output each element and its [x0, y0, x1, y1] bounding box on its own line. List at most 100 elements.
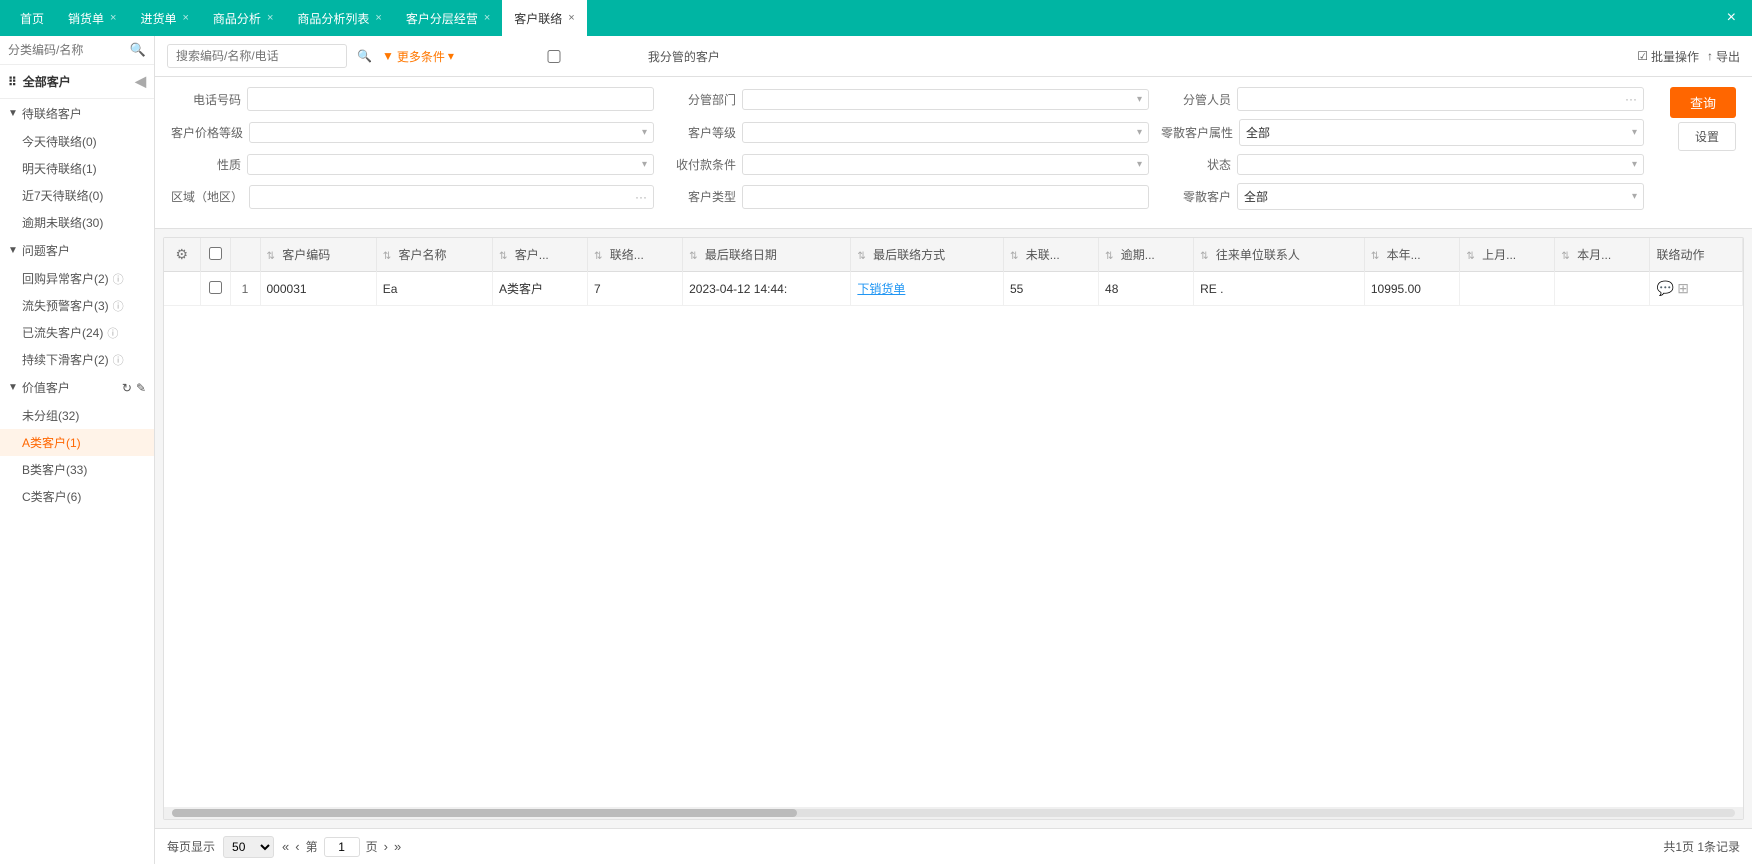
col-last-month[interactable]: ⇅ 上月...: [1460, 238, 1555, 272]
col-contact-count[interactable]: ⇅ 联络...: [588, 238, 683, 272]
value-customers-edit-icon[interactable]: ✎: [136, 381, 146, 395]
col-last-contact-method[interactable]: ⇅ 最后联络方式: [851, 238, 1004, 272]
col-customer-name[interactable]: ⇅ 客户名称: [376, 238, 492, 272]
sidebar-all-customers[interactable]: ⠿ 全部客户 ◀: [0, 65, 154, 99]
scrollbar-thumb[interactable]: [172, 809, 797, 817]
close-product-analysis[interactable]: ×: [267, 12, 273, 24]
status-select[interactable]: ▾: [1237, 154, 1644, 175]
col-last-contact-date[interactable]: ⇅ 最后联络日期: [683, 238, 851, 272]
customer-type-input[interactable]: [742, 185, 1149, 209]
batch-operation-btn[interactable]: ☑ 批量操作: [1637, 48, 1699, 65]
row-checkbox[interactable]: [209, 281, 222, 294]
my-customers-checkbox[interactable]: [464, 50, 644, 63]
last-page-btn[interactable]: »: [394, 839, 401, 854]
nav-customer-segment[interactable]: 客户分层经营 ×: [394, 0, 502, 36]
col-customer-code[interactable]: ⇅ 客户编码: [260, 238, 376, 272]
close-customer-segment[interactable]: ×: [484, 12, 490, 24]
nav-sales-order[interactable]: 销货单 ×: [56, 0, 128, 36]
select-all-checkbox[interactable]: [209, 247, 222, 260]
dept-select[interactable]: ▾: [742, 89, 1149, 110]
horizontal-scrollbar[interactable]: [164, 807, 1743, 819]
filter-search-icon[interactable]: 🔍: [357, 49, 372, 63]
close-purchase-order[interactable]: ×: [182, 12, 188, 24]
query-button[interactable]: 查询: [1670, 87, 1736, 118]
nav-customer-contact[interactable]: 客户联络 ×: [502, 0, 586, 36]
table-settings-icon[interactable]: ⚙: [175, 246, 188, 262]
col-overdue[interactable]: ⇅ 逾期...: [1099, 238, 1194, 272]
info-icon-repurchase: ⓘ: [113, 271, 124, 287]
sidebar-search-input[interactable]: [8, 43, 130, 57]
row-customer-level: A类客户: [493, 272, 588, 306]
sidebar-item-overdue-contact[interactable]: 逾期未联络(30): [0, 209, 154, 236]
row-this-month: [1555, 272, 1650, 306]
sidebar-section-value-customers[interactable]: ▼ 价值客户 ↻ ✎: [0, 373, 154, 402]
value-customers-refresh-icon[interactable]: ↻: [122, 381, 132, 395]
col-this-month[interactable]: ⇅ 本月...: [1555, 238, 1650, 272]
sidebar-item-class-b[interactable]: B类客户(33): [0, 456, 154, 483]
customer-level-select[interactable]: ▾: [742, 122, 1149, 143]
manager-dots-icon: ···: [1625, 92, 1637, 106]
row-grid-icon[interactable]: ⊞: [1677, 280, 1689, 296]
close-customer-contact[interactable]: ×: [568, 12, 574, 24]
sidebar-collapse-btn[interactable]: ◀: [135, 73, 146, 90]
top-nav: 首页 销货单 × 进货单 × 商品分析 × 商品分析列表 × 客户分层经营 × …: [0, 0, 1752, 36]
sidebar-item-today-contact[interactable]: 今天待联络(0): [0, 128, 154, 155]
filter-actions: 查询 设置: [1656, 87, 1736, 218]
col-this-year[interactable]: ⇅ 本年...: [1364, 238, 1460, 272]
close-window-btn[interactable]: ×: [1719, 9, 1744, 27]
nav-product-analysis[interactable]: 商品分析 ×: [201, 0, 285, 36]
main-layout: 🔍 ⠿ 全部客户 ◀ ▼ 待联络客户 今天待联络(0) 明天待联络(1) 近7天…: [0, 36, 1752, 864]
sidebar-item-tomorrow-contact[interactable]: 明天待联络(1): [0, 155, 154, 182]
nav-product-analysis-list[interactable]: 商品分析列表 ×: [285, 0, 393, 36]
payment-select[interactable]: ▾: [742, 154, 1149, 175]
sidebar-item-class-a[interactable]: A类客户(1): [0, 429, 154, 456]
retail-select[interactable]: 全部 ▾: [1237, 183, 1644, 210]
per-page-select[interactable]: 50 100 200: [223, 836, 274, 858]
col-customer-level[interactable]: ⇅ 客户...: [493, 238, 588, 272]
sidebar-item-7days-contact[interactable]: 近7天待联络(0): [0, 182, 154, 209]
row-unit-contact: RE .: [1194, 272, 1365, 306]
sidebar-item-churn-warning[interactable]: 流失预警客户(3) ⓘ: [0, 292, 154, 319]
col-not-contacted[interactable]: ⇅ 未联...: [1003, 238, 1098, 272]
manager-select[interactable]: ···: [1237, 87, 1644, 111]
prev-page-btn[interactable]: ‹: [295, 839, 299, 854]
first-page-btn[interactable]: «: [282, 839, 289, 854]
sidebar-section-pending-contact[interactable]: ▼ 待联络客户: [0, 99, 154, 128]
page-number-input[interactable]: [324, 837, 360, 857]
filter-row-1: 电话号码 分管部门 ▾ 分管人员: [171, 87, 1656, 111]
filter-cell-retail-attr: 零散客户属性 全部 ▾: [1161, 119, 1656, 146]
price-level-select[interactable]: ▾: [249, 122, 654, 143]
info-icon-churned: ⓘ: [107, 325, 118, 341]
sort-icon-this-year: ⇅: [1371, 251, 1379, 262]
region-select[interactable]: ···: [249, 185, 654, 209]
more-filters-btn[interactable]: ▼ 更多条件 ▾: [382, 48, 454, 65]
next-page-btn[interactable]: ›: [384, 839, 388, 854]
retail-attr-select[interactable]: 全部 ▾: [1239, 119, 1644, 146]
sidebar-item-churned[interactable]: 已流失客户(24) ⓘ: [0, 319, 154, 346]
nav-home[interactable]: 首页: [8, 0, 56, 36]
close-product-analysis-list[interactable]: ×: [375, 12, 381, 24]
export-btn[interactable]: ↑ 导出: [1707, 48, 1740, 65]
phone-input[interactable]: [247, 87, 654, 111]
search-input[interactable]: [167, 44, 347, 68]
scrollbar-track: [172, 809, 1735, 817]
close-sales-order[interactable]: ×: [110, 12, 116, 24]
row-last-contact-method-link[interactable]: 下销货单: [857, 282, 905, 296]
col-unit-contact[interactable]: ⇅ 往来单位联系人: [1194, 238, 1365, 272]
nav-purchase-order[interactable]: 进货单 ×: [128, 0, 200, 36]
price-level-arrow-icon: ▾: [642, 127, 647, 138]
sidebar-item-declining[interactable]: 持续下滑客户(2) ⓘ: [0, 346, 154, 373]
sidebar-item-class-c[interactable]: C类客户(6): [0, 483, 154, 510]
sidebar-search-bar: 🔍: [0, 36, 154, 65]
sidebar-search-icon[interactable]: 🔍: [130, 42, 146, 58]
sidebar-section-problem-customers[interactable]: ▼ 问题客户: [0, 236, 154, 265]
sidebar-item-ungrouped[interactable]: 未分组(32): [0, 402, 154, 429]
set-button[interactable]: 设置: [1678, 122, 1736, 151]
retail-attr-arrow-icon: ▾: [1632, 127, 1637, 138]
my-customers-checkbox-label[interactable]: 我分管的客户: [464, 48, 720, 65]
row-chat-icon[interactable]: 💬: [1656, 280, 1673, 296]
sidebar-item-repurchase-abnormal[interactable]: 回购异常客户(2) ⓘ: [0, 265, 154, 292]
sort-icon-last-contact-date: ⇅: [689, 251, 697, 262]
sort-icon-not-contacted: ⇅: [1010, 251, 1018, 262]
nature-select[interactable]: ▾: [247, 154, 654, 175]
